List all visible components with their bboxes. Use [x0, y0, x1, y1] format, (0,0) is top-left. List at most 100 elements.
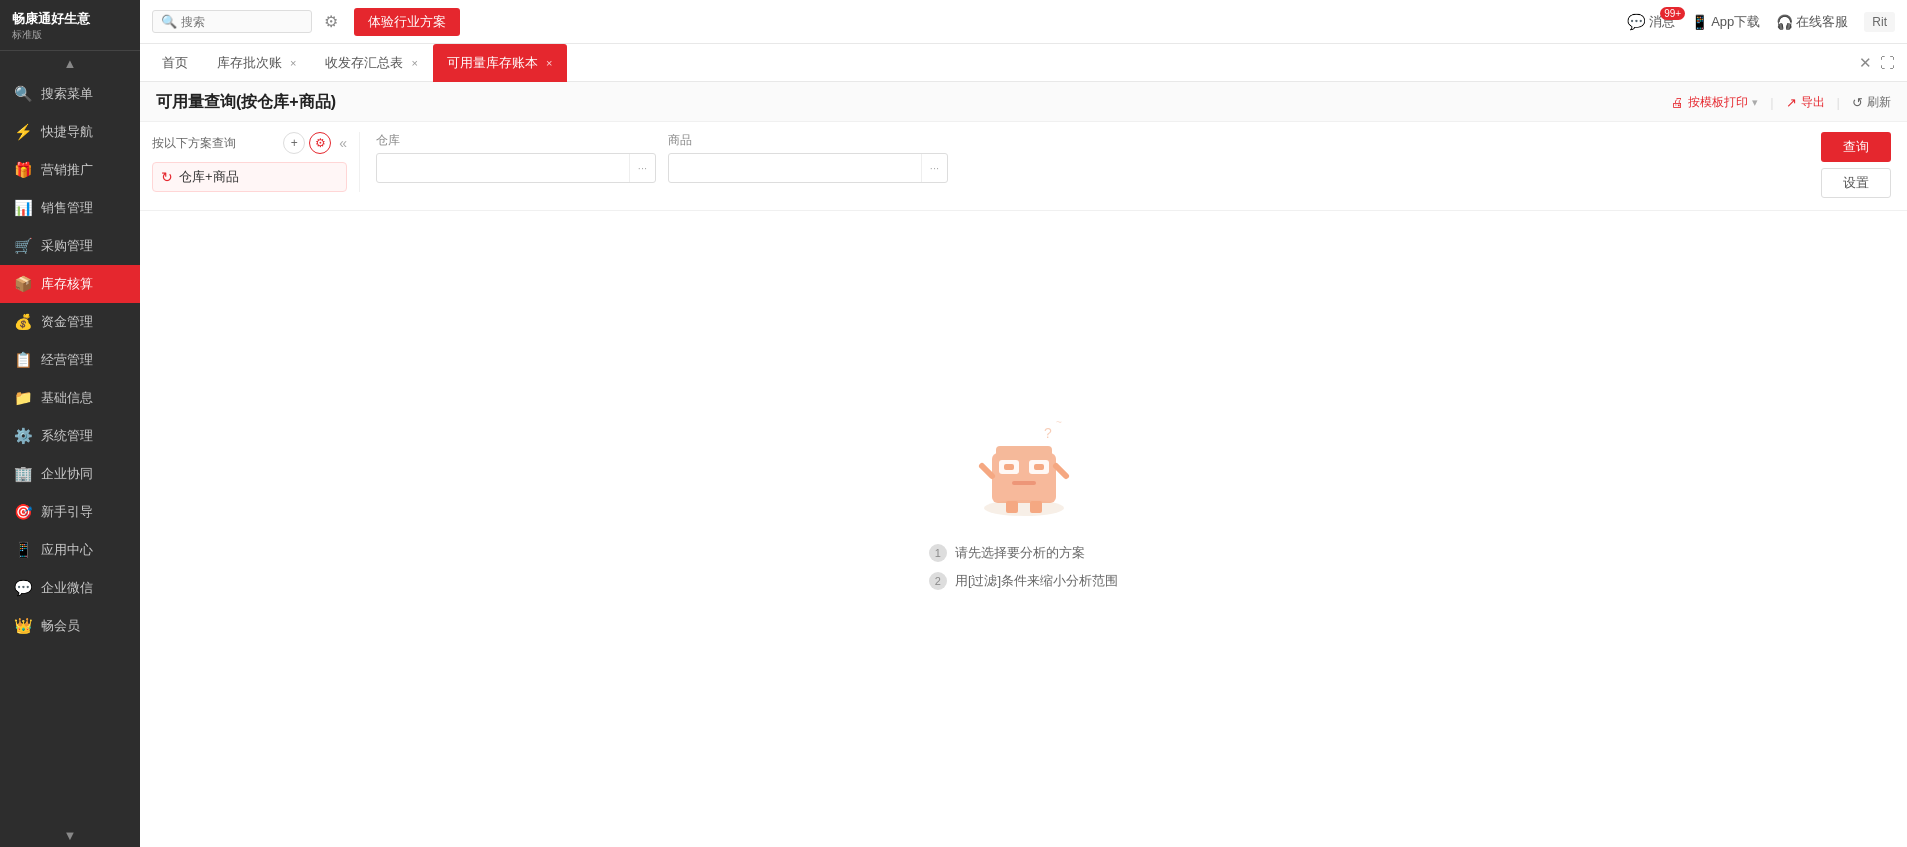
- message-icon: 💬: [1627, 13, 1646, 31]
- inventory-icon: 📦: [14, 275, 33, 293]
- export-icon: ↗: [1786, 95, 1797, 110]
- sidebar-item-label: 新手引导: [41, 503, 93, 521]
- refresh-btn[interactable]: ↺ 刷新: [1852, 94, 1891, 111]
- filter-left-header: 按以下方案查询 + ⚙ «: [152, 132, 347, 154]
- sidebar-item-label: 畅会员: [41, 617, 80, 635]
- sidebar-item-app-center[interactable]: 📱 应用中心: [0, 531, 140, 569]
- scroll-down-btn[interactable]: ▼: [0, 823, 140, 847]
- app-download-btn[interactable]: 📱 App下载: [1691, 13, 1760, 31]
- tip-num-1: 1: [929, 544, 947, 562]
- print-btn[interactable]: 🖨 按模板打印 ▾: [1671, 94, 1758, 111]
- brand-name: 畅康通好生意: [12, 10, 128, 28]
- query-btn[interactable]: 查询: [1821, 132, 1891, 162]
- warehouse-input-row[interactable]: ···: [376, 153, 656, 183]
- setting-scheme-btn[interactable]: ⚙: [309, 132, 331, 154]
- refresh-icon: ↺: [1852, 95, 1863, 110]
- sidebar-item-quick-nav[interactable]: ⚡ 快捷导航: [0, 113, 140, 151]
- tip-num-2: 2: [929, 572, 947, 590]
- warehouse-more-btn[interactable]: ···: [629, 154, 655, 182]
- tab-available-ledger[interactable]: 可用量库存账本 ×: [433, 44, 567, 82]
- add-scheme-btn[interactable]: +: [283, 132, 305, 154]
- user-area[interactable]: Rit: [1864, 12, 1895, 32]
- window-close-icon[interactable]: ✕: [1859, 54, 1872, 72]
- app-center-icon: 📱: [14, 541, 33, 559]
- sidebar-item-label: 搜索菜单: [41, 85, 93, 103]
- page-title: 可用量查询(按仓库+商品): [156, 92, 336, 113]
- scheme-item[interactable]: ↻ 仓库+商品: [152, 162, 347, 192]
- svg-text:?: ?: [1044, 425, 1052, 441]
- online-service-label: 在线客服: [1796, 13, 1848, 31]
- scroll-up-btn[interactable]: ▲: [0, 51, 140, 75]
- filter-right-panel: 仓库 ··· 商品 ··· 查询 设置: [360, 132, 1907, 210]
- filter-left-panel: 按以下方案查询 + ⚙ « ↻ 仓库+商品: [140, 132, 360, 192]
- app-download-label: App下载: [1711, 13, 1760, 31]
- sidebar-item-sales[interactable]: 📊 销售管理: [0, 189, 140, 227]
- topbar-search-box[interactable]: 🔍: [152, 10, 312, 33]
- home-tab-label: 首页: [162, 54, 188, 72]
- sidebar-item-purchase[interactable]: 🛒 采购管理: [0, 227, 140, 265]
- goods-input-row[interactable]: ···: [668, 153, 948, 183]
- filter-left-title: 按以下方案查询: [152, 135, 236, 152]
- sidebar-item-label: 企业微信: [41, 579, 93, 597]
- search-input[interactable]: [181, 15, 303, 29]
- sidebar-item-newbie[interactable]: 🎯 新手引导: [0, 493, 140, 531]
- sidebar-item-operations[interactable]: 📋 经营管理: [0, 341, 140, 379]
- svg-text:~: ~: [1056, 417, 1062, 428]
- page-header: 可用量查询(按仓库+商品) 🖨 按模板打印 ▾ | ↗ 导出 | ↺ 刷新: [140, 82, 1907, 122]
- export-btn[interactable]: ↗ 导出: [1786, 94, 1825, 111]
- empty-tip-2: 2 用[过滤]条件来缩小分析范围: [929, 572, 1118, 590]
- close-recv-summary-icon[interactable]: ×: [411, 57, 417, 69]
- sidebar-item-enterprise[interactable]: 🏢 企业协同: [0, 455, 140, 493]
- recv-summary-tab-label: 收发存汇总表: [325, 54, 403, 72]
- finance-icon: 💰: [14, 313, 33, 331]
- main-area: 🔍 ⚙ 体验行业方案 💬 消息 99+ 📱 App下载 🎧 在线客服 Rit: [140, 0, 1907, 847]
- vip-icon: 👑: [14, 617, 33, 635]
- empty-tip-1: 1 请先选择要分析的方案: [929, 544, 1118, 562]
- online-service-btn[interactable]: 🎧 在线客服: [1776, 13, 1848, 31]
- basic-info-icon: 📁: [14, 389, 33, 407]
- search-icon: 🔍: [14, 85, 33, 103]
- filter-area: 按以下方案查询 + ⚙ « ↻ 仓库+商品 仓库: [140, 122, 1907, 211]
- tab-batch-ledger[interactable]: 库存批次账 ×: [203, 44, 311, 82]
- sidebar-item-label: 采购管理: [41, 237, 93, 255]
- sidebar-item-search[interactable]: 🔍 搜索菜单: [0, 75, 140, 113]
- filter-left-actions: + ⚙ «: [283, 132, 347, 154]
- mobile-icon: 📱: [1691, 14, 1708, 30]
- settings-btn[interactable]: 设置: [1821, 168, 1891, 198]
- sidebar-item-label: 基础信息: [41, 389, 93, 407]
- collapse-btn[interactable]: «: [339, 135, 347, 151]
- experience-btn[interactable]: 体验行业方案: [354, 8, 460, 36]
- warehouse-input[interactable]: [377, 161, 629, 176]
- tip-text-2: 用[过滤]条件来缩小分析范围: [955, 572, 1118, 590]
- close-available-ledger-icon[interactable]: ×: [546, 57, 552, 69]
- tab-home[interactable]: 首页: [148, 44, 203, 82]
- goods-label: 商品: [668, 132, 948, 149]
- tabs-bar: 首页 库存批次账 × 收发存汇总表 × 可用量库存账本 × ✕ ⛶: [140, 44, 1907, 82]
- svg-rect-11: [1030, 501, 1042, 513]
- tab-recv-summary[interactable]: 收发存汇总表 ×: [311, 44, 432, 82]
- goods-input[interactable]: [669, 161, 921, 176]
- gear-icon[interactable]: ⚙: [320, 8, 342, 35]
- close-batch-ledger-icon[interactable]: ×: [290, 57, 296, 69]
- page-header-actions: 🖨 按模板打印 ▾ | ↗ 导出 | ↺ 刷新: [1671, 94, 1891, 111]
- sidebar-item-basic-info[interactable]: 📁 基础信息: [0, 379, 140, 417]
- goods-more-btn[interactable]: ···: [921, 154, 947, 182]
- warehouse-label: 仓库: [376, 132, 656, 149]
- available-ledger-tab-label: 可用量库存账本: [447, 54, 538, 72]
- svg-rect-6: [1012, 481, 1036, 485]
- refresh-label: 刷新: [1867, 94, 1891, 111]
- dropdown-icon[interactable]: ▾: [1752, 96, 1758, 109]
- empty-state: ? ~ 1 请先选择要分析的方案 2 用[过滤]条件来缩小分析范围: [140, 211, 1907, 847]
- marketing-icon: 🎁: [14, 161, 33, 179]
- operations-icon: 📋: [14, 351, 33, 369]
- window-maximize-icon[interactable]: ⛶: [1880, 54, 1895, 71]
- sidebar-item-marketing[interactable]: 🎁 营销推广: [0, 151, 140, 189]
- sidebar-item-system[interactable]: ⚙️ 系统管理: [0, 417, 140, 455]
- user-label: Rit: [1872, 15, 1887, 29]
- sidebar-item-finance[interactable]: 💰 资金管理: [0, 303, 140, 341]
- sidebar-item-inventory[interactable]: 📦 库存核算: [0, 265, 140, 303]
- message-btn[interactable]: 💬 消息 99+: [1627, 13, 1675, 31]
- sidebar-item-wechat[interactable]: 💬 企业微信: [0, 569, 140, 607]
- empty-illustration: ? ~: [964, 408, 1084, 528]
- sidebar-item-vip[interactable]: 👑 畅会员: [0, 607, 140, 645]
